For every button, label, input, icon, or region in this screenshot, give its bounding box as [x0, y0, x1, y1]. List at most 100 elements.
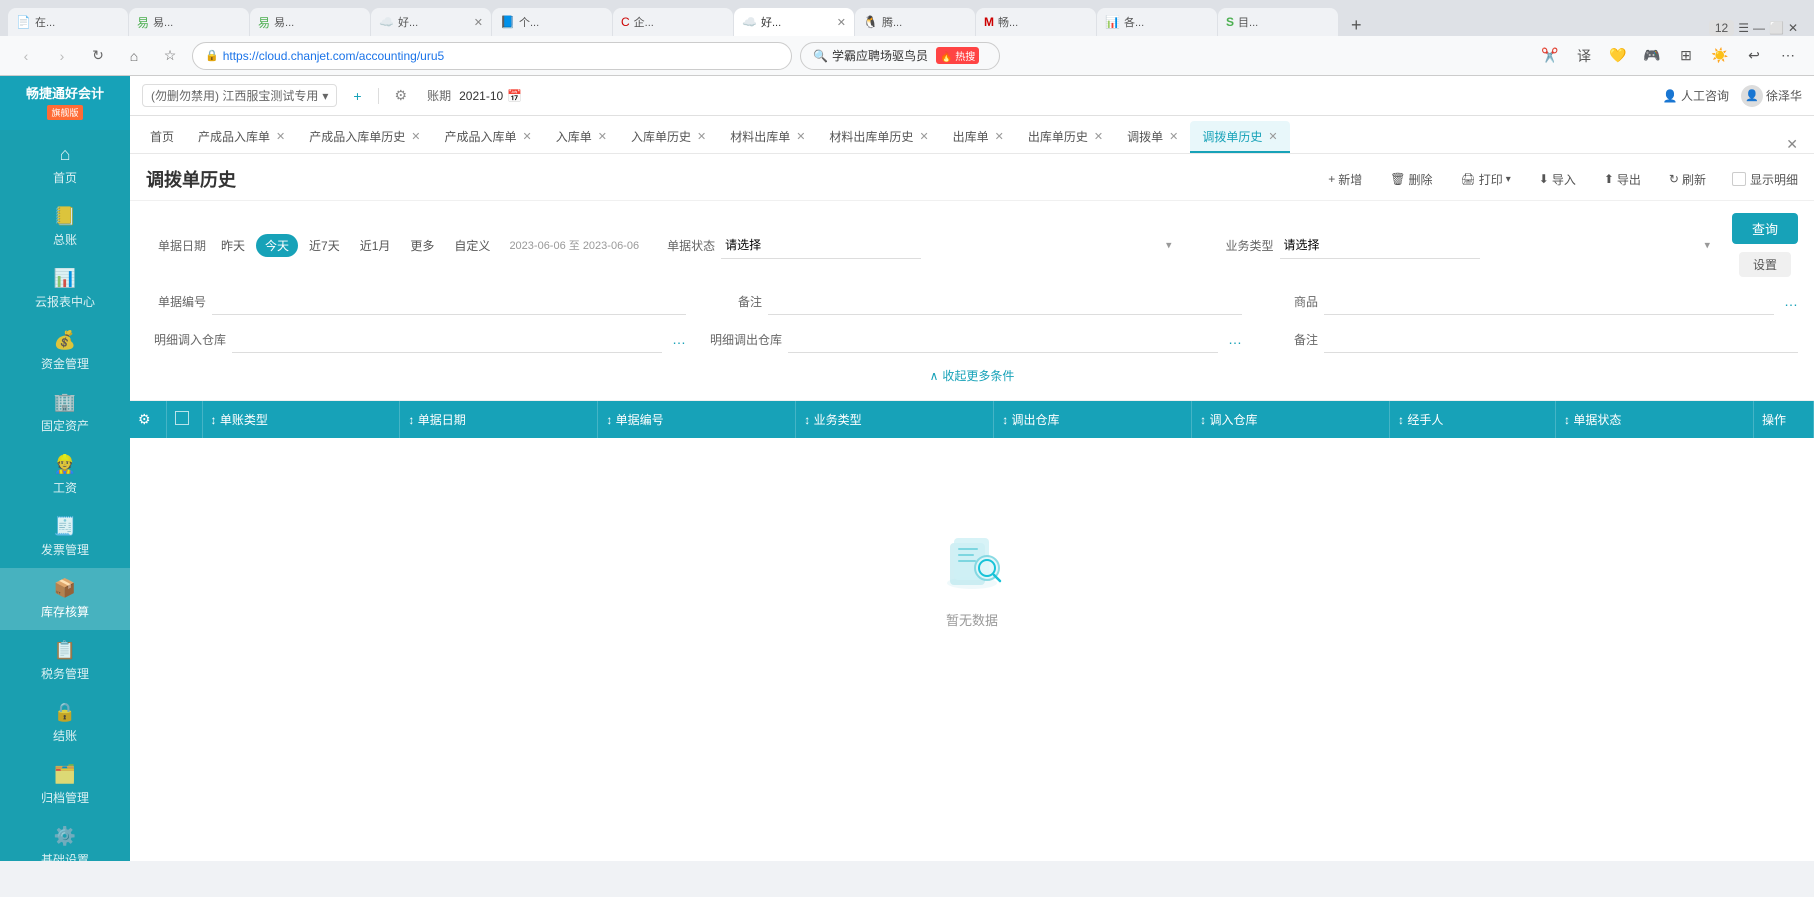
browser-tab-11[interactable]: S 目... [1218, 8, 1338, 36]
delete-btn[interactable]: 🗑 删除 [1380, 167, 1442, 192]
th-biz-type[interactable]: ↕ 业务类型 [796, 401, 994, 438]
app-tab-outbound-close[interactable]: ✕ [995, 130, 1004, 143]
app-tab-material-out-history[interactable]: 材料出库单历史 ✕ [817, 121, 940, 153]
sidebar-item-settings[interactable]: ⚙️ 基础设置 [0, 816, 130, 861]
detail-out-input[interactable] [788, 325, 1218, 353]
app-tab-material-out[interactable]: 材料出库单 ✕ [718, 121, 817, 153]
detail-out-dots-btn[interactable]: … [1228, 331, 1242, 347]
browser-tab-1[interactable]: 📄 在... [8, 8, 128, 36]
goods-dots-btn[interactable]: … [1784, 293, 1798, 309]
th-handler[interactable]: ↕ 经手人 [1390, 401, 1556, 438]
import-btn[interactable]: ⬇ 导入 [1529, 167, 1586, 192]
undo-icon[interactable]: ↩ [1740, 42, 1768, 70]
th-in-warehouse[interactable]: ↕ 调入仓库 [1192, 401, 1390, 438]
grid-icon[interactable]: ⊞ [1672, 42, 1700, 70]
forward-btn[interactable]: › [48, 42, 76, 70]
browser-tab-5[interactable]: 📘 个... [492, 8, 612, 36]
th-status[interactable]: ↕ 单据状态 [1556, 401, 1754, 438]
goods-input[interactable] [1324, 287, 1774, 315]
new-btn[interactable]: + 新增 [1318, 167, 1372, 192]
date-btn-more[interactable]: 更多 [401, 234, 443, 257]
company-selector[interactable]: (勿删勿禁用) 江西服宝测试专用 ▾ [142, 84, 337, 107]
app-tab-inbound-close[interactable]: ✕ [598, 130, 607, 143]
sidebar-item-salary[interactable]: 👷 工资 [0, 444, 130, 506]
browser-tab-9[interactable]: M 畅... [976, 8, 1096, 36]
browser-tab-2[interactable]: 易 易... [129, 8, 249, 36]
detail-remark-input[interactable] [1324, 325, 1798, 353]
th-out-warehouse[interactable]: ↕ 调出仓库 [994, 401, 1192, 438]
wallet-icon[interactable]: 💛 [1604, 42, 1632, 70]
extensions-icon[interactable]: ✂️ [1536, 42, 1564, 70]
app-tab-inbound-history-close[interactable]: ✕ [697, 130, 706, 143]
app-tab-product-in[interactable]: 产成品入库单 ✕ [186, 121, 297, 153]
sidebar-item-ledger[interactable]: 📒 总账 [0, 196, 130, 258]
add-company-btn[interactable]: + [353, 88, 361, 104]
service-btn[interactable]: 👤 人工咨询 [1663, 87, 1729, 104]
browser-tab-7[interactable]: ☁️ 好... ✕ [734, 8, 854, 36]
date-btn-7days[interactable]: 近7天 [300, 234, 349, 257]
app-tab-home[interactable]: 首页 [138, 121, 186, 153]
period-value[interactable]: 2021-10 📅 [459, 89, 522, 103]
favorite-btn[interactable]: ☆ [156, 42, 184, 70]
more-icon[interactable]: ⋯ [1774, 42, 1802, 70]
app-tab-product-in2[interactable]: 产成品入库单 ✕ [432, 121, 543, 153]
new-tab-btn[interactable]: + [1343, 15, 1370, 36]
app-tab-material-out-history-close[interactable]: ✕ [919, 130, 928, 143]
app-tab-product-in2-close[interactable]: ✕ [523, 130, 532, 143]
export-btn[interactable]: ⬆ 导出 [1594, 167, 1651, 192]
app-tab-transfer-history-close[interactable]: ✕ [1268, 130, 1277, 143]
browser-tab-7-close[interactable]: ✕ [837, 16, 846, 29]
biz-type-select[interactable]: 请选择 [1280, 231, 1480, 259]
th-doc-type[interactable]: ↕ 单账类型 [202, 401, 400, 438]
browser-tab-4[interactable]: ☁️ 好... ✕ [371, 8, 491, 36]
app-tab-inbound[interactable]: 入库单 ✕ [544, 121, 619, 153]
collapse-btn[interactable]: ∧ 收起更多条件 [146, 363, 1798, 388]
remark-input[interactable] [768, 287, 1242, 315]
app-tab-transfer-close[interactable]: ✕ [1169, 130, 1178, 143]
browser-tab-4-close[interactable]: ✕ [474, 16, 483, 29]
back-btn[interactable]: ‹ [12, 42, 40, 70]
app-tab-outbound-history[interactable]: 出库单历史 ✕ [1016, 121, 1115, 153]
browser-tab-3[interactable]: 易 易... [250, 8, 370, 36]
app-tab-transfer[interactable]: 调拨单 ✕ [1115, 121, 1190, 153]
app-tab-product-in-history[interactable]: 产成品入库单历史 ✕ [297, 121, 432, 153]
browser-tab-8[interactable]: 🐧 腾... [855, 8, 975, 36]
address-bar[interactable]: 🔒 https://cloud.chanjet.com/accounting/u… [192, 42, 792, 70]
print-btn[interactable]: 🖨 打印 ▾ [1450, 167, 1520, 192]
browser-tab-10[interactable]: 📊 各... [1097, 8, 1217, 36]
date-btn-custom[interactable]: 自定义 [445, 234, 499, 257]
company-settings[interactable]: ⚙ [395, 87, 408, 104]
app-tab-outbound[interactable]: 出库单 ✕ [941, 121, 1016, 153]
app-tab-transfer-history[interactable]: 调拨单历史 ✕ [1190, 121, 1289, 153]
filter-settings-btn[interactable]: 设置 [1739, 252, 1791, 277]
sidebar-item-reports[interactable]: 📊 云报表中心 [0, 258, 130, 320]
sidebar-item-archive[interactable]: 🗂️ 归档管理 [0, 754, 130, 816]
th-gear[interactable]: ⚙ [130, 401, 166, 438]
close-browser-btn[interactable]: ✕ [1788, 21, 1798, 35]
select-all-checkbox[interactable] [175, 411, 189, 425]
date-btn-today[interactable]: 今天 [256, 234, 298, 257]
user-avatar[interactable]: 👤 徐泽华 [1741, 85, 1802, 107]
date-btn-yesterday[interactable]: 昨天 [212, 234, 254, 257]
app-tab-inbound-history[interactable]: 入库单历史 ✕ [619, 121, 718, 153]
sidebar-item-inventory[interactable]: 📦 库存核算 [0, 568, 130, 630]
sidebar-item-home[interactable]: ⌂ 首页 [0, 134, 130, 196]
home-btn[interactable]: ⌂ [120, 42, 148, 70]
date-btn-1month[interactable]: 近1月 [351, 234, 400, 257]
sidebar-item-closing[interactable]: 🔒 结账 [0, 692, 130, 754]
sidebar-item-funds[interactable]: 💰 资金管理 [0, 320, 130, 382]
tab-menu-icon[interactable]: ☰ [1738, 21, 1749, 35]
th-checkbox[interactable] [166, 401, 202, 438]
refresh-browser-btn[interactable]: ↻ [84, 42, 112, 70]
sidebar-item-tax[interactable]: 📋 税务管理 [0, 630, 130, 692]
query-btn[interactable]: 查询 [1732, 213, 1798, 244]
restore-btn[interactable]: ⬜ [1769, 21, 1784, 35]
th-doc-date[interactable]: ↕ 单据日期 [400, 401, 598, 438]
table-gear-icon[interactable]: ⚙ [138, 411, 151, 427]
display-toggle[interactable]: 显示明细 [1732, 171, 1798, 188]
theme-icon[interactable]: ☀️ [1706, 42, 1734, 70]
sidebar-item-invoice[interactable]: 🧾 发票管理 [0, 506, 130, 568]
refresh-btn[interactable]: ↻ 刷新 [1659, 167, 1716, 192]
browser-search-bar[interactable]: 🔍 学霸应聘场驱鸟员 🔥 热搜 [800, 42, 1000, 70]
app-tab-outbound-history-close[interactable]: ✕ [1094, 130, 1103, 143]
